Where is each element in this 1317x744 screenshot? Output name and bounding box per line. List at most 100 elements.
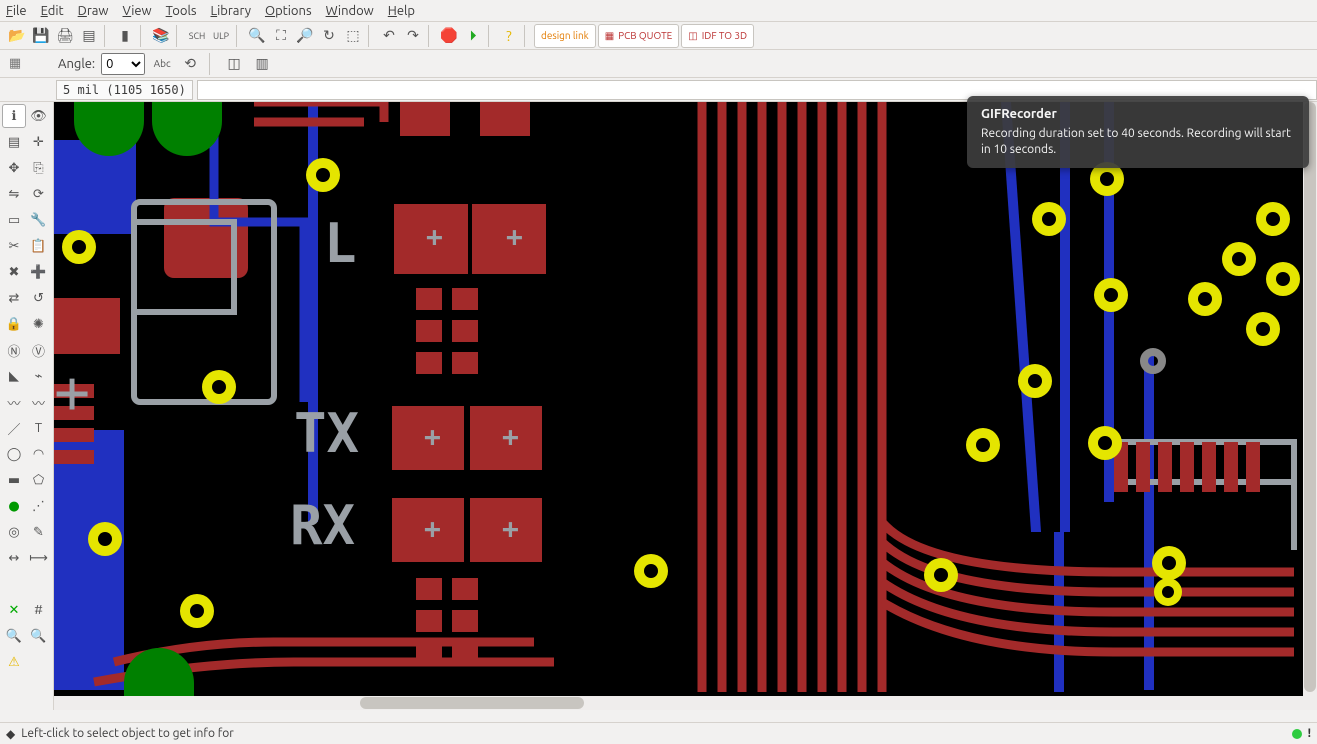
circle-tool[interactable]: ◯ [2,442,26,466]
hole-tool[interactable]: ◎ [2,520,26,544]
cut-tool[interactable]: ✂ [2,234,26,258]
dimension2-icon: ⟼ [29,551,48,566]
pinswap-tool[interactable]: ⇄ [2,286,26,310]
erc-tool[interactable]: 🔍 [2,624,26,648]
vertical-scrollbar[interactable] [1303,102,1317,696]
signal-tool[interactable]: ⋰ [27,494,51,518]
mirror-tool[interactable]: ⇋ [2,182,26,206]
layers-button[interactable]: ▤ [78,25,100,47]
polygon-tool[interactable]: ⬠ [27,468,51,492]
dimension-tool[interactable]: ↔ [2,546,26,570]
menu-view[interactable]: View [123,4,152,18]
show-tool[interactable]: 👁 [27,104,51,128]
zoom-out-button[interactable]: 🔎 [294,25,316,47]
miter-tool[interactable]: ◣ [2,364,26,388]
menu-edit[interactable]: Edit [41,4,64,18]
warning-icon: ⚠ [8,655,20,670]
view-a-button[interactable]: ◫ [223,53,245,75]
print-button[interactable]: 🖨 [54,25,76,47]
via [1094,278,1128,312]
undo-button[interactable]: ↶ [378,25,400,47]
copy-tool[interactable]: ⎘ [27,156,51,180]
pcb-canvas[interactable]: L TX RX + + + + + + + [54,102,1317,710]
library-button[interactable]: 📚 [150,25,172,47]
sch-button[interactable]: SCH [186,25,208,47]
rect-icon: ▬ [8,473,20,488]
info-tool[interactable]: ℹ [2,104,26,128]
group-icon: ▭ [8,213,20,228]
menu-window[interactable]: Window [326,4,374,18]
menu-help[interactable]: Help [388,4,415,18]
idf-3d-button[interactable]: ◫IDF TO 3D [681,24,754,48]
via [1188,282,1222,316]
mark-tool[interactable]: ✛ [27,130,51,154]
scrollbar-thumb[interactable] [360,697,584,709]
save-icon: 💾 [32,27,49,44]
stop-button[interactable]: 🛑 [438,25,460,47]
rotate-button[interactable]: ⟲ [179,53,201,75]
designlink-button[interactable]: design link [534,24,596,48]
change-tool[interactable]: 🔧 [27,208,51,232]
menu-library[interactable]: Library [211,4,251,18]
angle-label: Angle: [58,57,95,71]
auto-tool[interactable]: # [27,598,51,622]
attribute-tool[interactable]: ✎ [27,520,51,544]
go-button[interactable]: ⏵ [462,25,484,47]
view-b-button[interactable]: ▥ [251,53,273,75]
route-tool[interactable]: 〰 [2,390,26,414]
attribute-icon: ✎ [33,525,44,540]
replace-tool[interactable]: ↺ [27,286,51,310]
ulp-button[interactable]: ULP [210,25,232,47]
open-button[interactable]: 📂 [6,25,28,47]
via-tool[interactable]: ● [2,494,26,518]
via [924,558,958,592]
via [1152,546,1186,580]
angle-select[interactable]: 0 [101,53,145,75]
paste-tool[interactable]: 📋 [27,234,51,258]
delete-tool[interactable]: ✖ [2,260,26,284]
module-button[interactable]: ▮ [114,25,136,47]
zoom-in-button[interactable]: 🔍 [246,25,268,47]
rotate-tool[interactable]: ⟳ [27,182,51,206]
zoom-redraw-button[interactable]: ↻ [318,25,340,47]
menu-file[interactable]: File [6,4,27,18]
smash-tool[interactable]: ✺ [27,312,51,336]
redo-button[interactable]: ↷ [402,25,424,47]
zoom-fit-button[interactable]: ⛶ [270,25,292,47]
menu-options[interactable]: Options [265,4,312,18]
display-tool[interactable]: ▤ [2,130,26,154]
lock-tool[interactable]: 🔒 [2,312,26,336]
horizontal-scrollbar[interactable] [54,696,1317,710]
via [1032,202,1066,236]
errors-tool[interactable]: ⚠ [2,650,26,674]
name-tool[interactable]: Ⓝ [2,338,26,362]
zoom-select-button[interactable]: ⬚ [342,25,364,47]
ratsnest-tool[interactable]: ✕ [2,598,26,622]
text-tool[interactable]: T [27,416,51,440]
arc-tool[interactable]: ◠ [27,442,51,466]
value-tool[interactable]: Ⓥ [27,338,51,362]
help-button[interactable]: ? [498,25,520,47]
pcb-quote-button[interactable]: ▦PCB QUOTE [598,24,680,48]
group-tool[interactable]: ▭ [2,208,26,232]
ripup-tool[interactable]: 〰 [27,390,51,414]
menu-tools[interactable]: Tools [166,4,197,18]
silk-label-l: L [324,212,357,275]
grid-icon[interactable]: ▦ [6,56,24,71]
text-tool-button[interactable]: Abc [151,53,173,75]
scrollbar-thumb[interactable] [1304,102,1316,692]
pad [1136,442,1150,492]
move-tool[interactable]: ✥ [2,156,26,180]
rect-tool[interactable]: ▬ [2,468,26,492]
save-button[interactable]: 💾 [30,25,52,47]
add-tool[interactable]: ➕ [27,260,51,284]
route-icon: 〰 [7,393,20,412]
zoom-select-icon: ⬚ [346,27,359,44]
split-icon: ⌁ [35,369,43,384]
wire-tool[interactable]: ／ [2,416,26,440]
split-tool[interactable]: ⌁ [27,364,51,388]
drc-tool[interactable]: 🔍 [27,624,51,648]
menu-draw[interactable]: Draw [78,4,109,18]
dimension2-tool[interactable]: ⟼ [27,546,51,570]
main-toolbar: 📂 💾 🖨 ▤ ▮ 📚 SCH ULP 🔍 ⛶ 🔎 ↻ ⬚ ↶ ↷ 🛑 ⏵ ? … [0,22,1317,50]
